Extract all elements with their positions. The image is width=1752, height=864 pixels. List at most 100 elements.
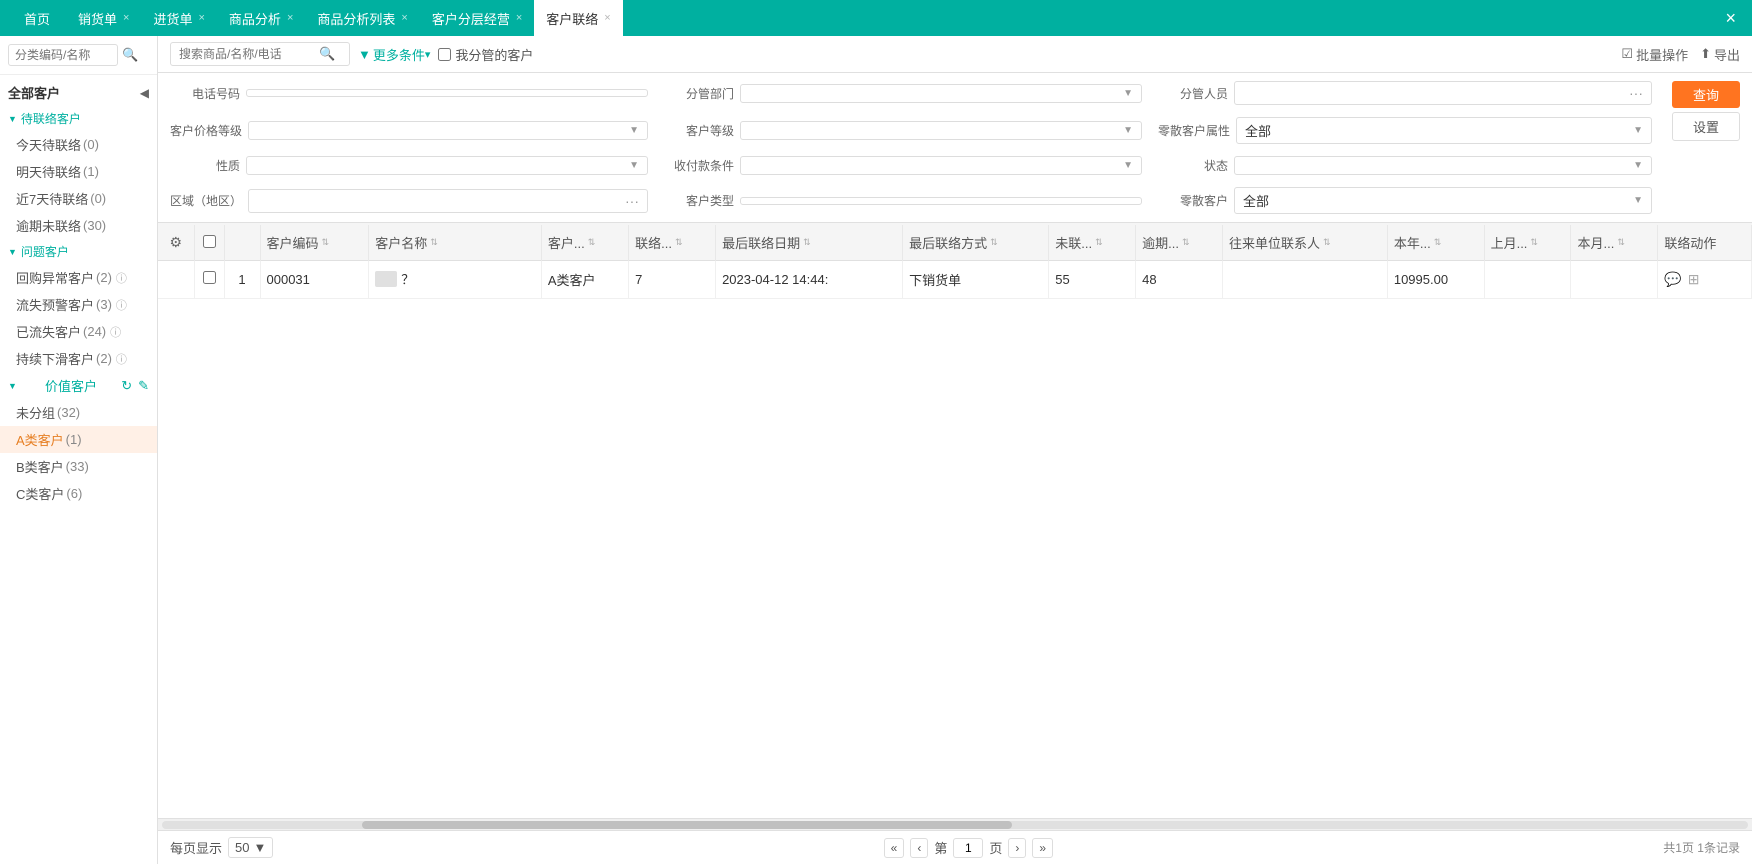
refresh-icon[interactable]: ↻: [121, 378, 132, 394]
comment-icon[interactable]: 💬: [1664, 271, 1681, 288]
export-button[interactable]: ⬆ 导出: [1700, 45, 1740, 64]
overdue-sort-icon[interactable]: ⇅: [1182, 237, 1190, 248]
nav-tab-sales[interactable]: 销货单 ×: [66, 0, 141, 36]
th-not-contacted: 未联... ⇅: [1049, 225, 1136, 261]
th-last-contact-date: 最后联络日期 ⇅: [716, 225, 903, 261]
nav-tab-customer-segment[interactable]: 客户分层经营 ×: [420, 0, 534, 36]
nature-select[interactable]: ▼: [246, 156, 648, 175]
group-problem-customers[interactable]: 问题客户: [0, 239, 157, 264]
code-sort-icon[interactable]: ⇅: [322, 237, 330, 248]
customer-grade-select[interactable]: ▼: [740, 121, 1142, 140]
sidebar-search-area: 🔍: [0, 36, 157, 75]
notcontact-sort-icon[interactable]: ⇅: [1095, 237, 1103, 248]
sidebar-search-input[interactable]: [8, 44, 118, 66]
nav-home[interactable]: 首页: [8, 0, 66, 36]
per-page-select[interactable]: 50 ▼: [228, 837, 273, 858]
close-customer-contact-tab[interactable]: ×: [604, 12, 610, 24]
lastmonth-sort-icon[interactable]: ⇅: [1530, 237, 1538, 248]
row-checkbox[interactable]: [203, 271, 216, 284]
batch-op-button[interactable]: ☑ 批量操作: [1621, 45, 1688, 64]
sidebar-item-class-c[interactable]: C类客户(6): [0, 480, 157, 507]
nav-tab-purchase[interactable]: 进货单 ×: [141, 0, 216, 36]
payment-select[interactable]: ▼: [740, 156, 1142, 175]
sidebar-item-7day-contact[interactable]: 近7天待联络(0): [0, 185, 157, 212]
ctype-sort-icon[interactable]: ⇅: [588, 237, 596, 248]
my-customers-checkbox[interactable]: [438, 48, 451, 61]
method-link[interactable]: 下销货单: [909, 273, 961, 288]
next-page-button[interactable]: ›: [1008, 838, 1026, 858]
sidebar-item-unclassified[interactable]: 未分组(32): [0, 399, 157, 426]
sidebar-item-class-b[interactable]: B类客户(33): [0, 453, 157, 480]
page-number-input[interactable]: [953, 838, 983, 858]
close-sales-tab[interactable]: ×: [123, 12, 129, 24]
nav-tab-customer-contact[interactable]: 客户联络 ×: [534, 0, 622, 36]
all-customers-label: 全部客户: [8, 83, 60, 102]
region-input[interactable]: ···: [248, 189, 648, 213]
sidebar-search-icon[interactable]: 🔍: [122, 47, 138, 63]
sidebar-item-declining[interactable]: 持续下滑客户(2)ⓘ: [0, 345, 157, 372]
filter-row-2: 客户价格等级 ▼ 客户等级 ▼: [170, 117, 1652, 144]
table-scroll[interactable]: ⚙ 客户编码 ⇅: [158, 225, 1752, 818]
total-info: 共1页 1条记录: [1663, 839, 1740, 856]
filter-phone: 电话号码: [170, 85, 664, 102]
close-purchase-tab[interactable]: ×: [198, 12, 204, 24]
declining-info-icon[interactable]: ⓘ: [116, 351, 127, 367]
last-date-sort-icon[interactable]: ⇅: [803, 237, 811, 248]
retail-customer-label: 零散客户: [1158, 192, 1228, 209]
close-customer-segment-tab[interactable]: ×: [516, 12, 522, 24]
thismonth-sort-icon[interactable]: ⇅: [1617, 237, 1625, 248]
search-input[interactable]: [179, 47, 319, 61]
nav-tab-product-analysis[interactable]: 商品分析 ×: [217, 0, 305, 36]
price-grade-select[interactable]: ▼: [248, 121, 648, 140]
dept-select[interactable]: ▼: [740, 84, 1142, 103]
select-all-checkbox[interactable]: [203, 235, 216, 248]
query-button[interactable]: 查询: [1672, 81, 1740, 108]
retail-customer-select[interactable]: 全部 ▼: [1234, 187, 1652, 214]
churned-info-icon[interactable]: ⓘ: [110, 324, 121, 340]
sidebar-item-today-contact[interactable]: 今天待联络(0): [0, 131, 157, 158]
phone-input[interactable]: [246, 89, 648, 97]
more-conditions-button[interactable]: ▼ 更多条件 ▾: [358, 45, 430, 64]
sidebar-item-churned[interactable]: 已流失客户(24)ⓘ: [0, 318, 157, 345]
retail-attr-chevron-icon: ▼: [1633, 125, 1643, 136]
retail-attr-select[interactable]: 全部 ▼: [1236, 117, 1652, 144]
close-product-list-tab[interactable]: ×: [401, 12, 407, 24]
name-sort-icon[interactable]: ⇅: [430, 237, 438, 248]
manager-input[interactable]: ···: [1234, 81, 1652, 105]
last-page-button[interactable]: »: [1032, 838, 1053, 858]
first-page-button[interactable]: «: [884, 838, 905, 858]
sidebar-collapse-icon[interactable]: ◀: [140, 86, 149, 100]
settings-button[interactable]: 设置: [1672, 112, 1740, 141]
edit-group-icon[interactable]: ✎: [138, 378, 149, 394]
unit-sort-icon[interactable]: ⇅: [1323, 237, 1331, 248]
repurchase-info-icon[interactable]: ⓘ: [116, 270, 127, 286]
horizontal-scrollbar[interactable]: [158, 818, 1752, 830]
sidebar-item-churn-warning[interactable]: 流失预警客户(3)ⓘ: [0, 291, 157, 318]
table-area: ⚙ 客户编码 ⇅: [158, 225, 1752, 830]
row-method-cell: 下销货单: [903, 261, 1049, 299]
scrollbar-thumb[interactable]: [362, 821, 1012, 829]
group-pending-contact[interactable]: 待联络客户: [0, 106, 157, 131]
status-select[interactable]: ▼: [1234, 156, 1652, 175]
sidebar-item-tomorrow-contact[interactable]: 明天待联络(1): [0, 158, 157, 185]
customer-type-input[interactable]: [740, 197, 1142, 205]
my-customers-checkbox-label[interactable]: 我分管的客户: [438, 45, 533, 64]
close-product-analysis-tab[interactable]: ×: [287, 12, 293, 24]
method-sort-icon[interactable]: ⇅: [990, 237, 998, 248]
sidebar-item-repurchase-abnormal[interactable]: 回购异常客户(2)ⓘ: [0, 264, 157, 291]
close-all-button[interactable]: ×: [1717, 8, 1744, 29]
link-icon[interactable]: ⊞: [1688, 271, 1700, 288]
prev-page-button[interactable]: ‹: [910, 838, 928, 858]
scrollbar-track: [162, 821, 1748, 829]
contact-sort-icon[interactable]: ⇅: [675, 237, 683, 248]
sidebar-item-class-a[interactable]: A类客户(1): [0, 426, 157, 453]
dept-chevron-icon: ▼: [1123, 88, 1133, 99]
nav-tab-product-list[interactable]: 商品分析列表 ×: [305, 0, 419, 36]
sidebar-item-overdue-contact[interactable]: 逾期未联络(30): [0, 212, 157, 239]
row-type-cell: A类客户: [541, 261, 628, 299]
churn-warning-info-icon[interactable]: ⓘ: [116, 297, 127, 313]
group-value-customers[interactable]: 价值客户 ↻ ✎: [0, 372, 157, 399]
search-icon[interactable]: 🔍: [319, 46, 335, 62]
thisyear-sort-icon[interactable]: ⇅: [1434, 237, 1442, 248]
gear-settings-icon[interactable]: ⚙: [164, 234, 188, 251]
